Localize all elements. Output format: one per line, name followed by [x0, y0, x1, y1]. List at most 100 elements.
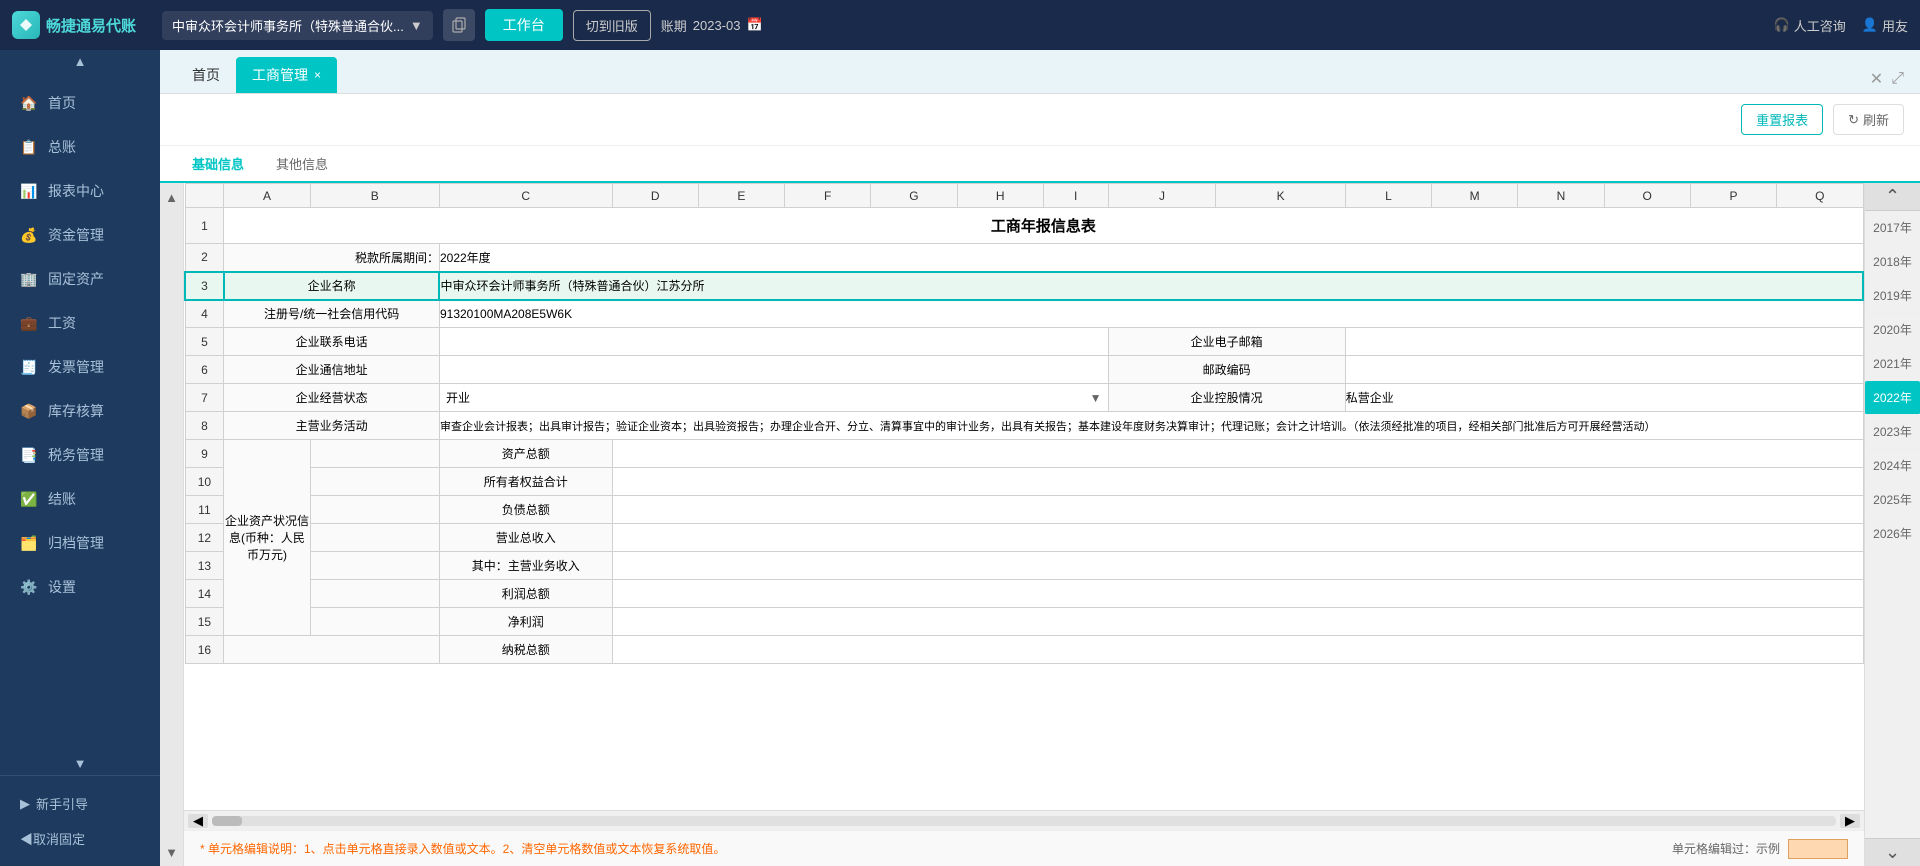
row7-label: 企业经营状态 [224, 384, 440, 412]
row14-value[interactable] [612, 580, 1863, 608]
row5-email-label: 企业电子邮箱 [1108, 328, 1345, 356]
year-item[interactable]: 2023年 [1865, 415, 1920, 449]
sidebar-item-invoice[interactable]: 🧾 发票管理 [0, 345, 160, 389]
row16-value[interactable] [612, 636, 1863, 664]
year-item[interactable]: 2025年 [1865, 483, 1920, 517]
row4-value[interactable]: 91320100MA208E5W6K [439, 300, 1863, 328]
sidebar-item-ledger[interactable]: 📋 总账 [0, 125, 160, 169]
title-cell[interactable]: 工商年报信息表 [224, 208, 1863, 244]
sidebar-item-inventory[interactable]: 📦 库存核算 [0, 389, 160, 433]
finance-icon: 💰 [20, 227, 38, 244]
sidebar-item-archive[interactable]: 🗂️ 归档管理 [0, 521, 160, 565]
tab-business[interactable]: 工商管理 × [236, 57, 337, 93]
year-item[interactable]: 2017年 [1865, 211, 1920, 245]
year-nav-down-btn[interactable]: ▼ [165, 838, 178, 866]
year-item[interactable]: 2022年 [1865, 381, 1920, 415]
sidebar-label-settings: 设置 [48, 577, 76, 597]
table-row: 7 企业经营状态 开业 ▼ 企业控股情况 私营企业 [185, 384, 1863, 412]
col-header-c: C [439, 184, 612, 208]
tab-close-button[interactable]: × [314, 68, 321, 82]
row5-phone[interactable] [439, 328, 1108, 356]
cancel-fixed-button[interactable]: ◀取消固定 [0, 821, 160, 856]
sidebar-item-reports[interactable]: 📊 报表中心 [0, 169, 160, 213]
new-user-guide[interactable]: ▶ 新手引导 [0, 786, 160, 821]
reset-report-button[interactable]: 重置报表 [1741, 104, 1823, 135]
row6-zip[interactable] [1345, 356, 1863, 384]
tab-home-label: 首页 [192, 65, 220, 85]
col-header-o: O [1604, 184, 1690, 208]
row7-holding[interactable]: 私营企业 [1345, 384, 1863, 412]
year-item[interactable]: 2018年 [1865, 245, 1920, 279]
sidebar-item-home[interactable]: 🏠 首页 [0, 81, 160, 125]
sidebar-scroll-up[interactable]: ▲ [0, 50, 160, 73]
table-row: 1 工商年报信息表 [185, 208, 1863, 244]
scroll-thumb[interactable] [212, 816, 242, 826]
sidebar-item-finance[interactable]: 💰 资金管理 [0, 213, 160, 257]
spreadsheet-container[interactable]: A B C D E F G H I J K L [184, 183, 1864, 810]
help-button[interactable]: 🎧 人工咨询 [1774, 16, 1846, 35]
col-header-k: K [1216, 184, 1345, 208]
row10-spacer [310, 468, 439, 496]
app-logo: 畅捷通易代账 [12, 11, 152, 39]
copy-button[interactable] [443, 9, 475, 41]
scroll-left-btn[interactable]: ◀ [188, 814, 208, 828]
year-item[interactable]: 2020年 [1865, 313, 1920, 347]
sidebar-item-salary[interactable]: 💼 工资 [0, 301, 160, 345]
user-icon: 👤 [1862, 17, 1878, 33]
old-version-button[interactable]: 切到旧版 [573, 10, 651, 41]
main-layout: ▲ 🏠 首页 📋 总账 📊 报表中心 💰 资金管理 🏢 固定资产 [0, 50, 1920, 866]
row12-value[interactable] [612, 524, 1863, 552]
workspace-button[interactable]: 工作台 [485, 9, 563, 41]
invoice-icon: 🧾 [20, 359, 38, 376]
row13-value[interactable] [612, 552, 1863, 580]
year-nav-up-btn[interactable]: ▲ [165, 183, 178, 211]
row5-email[interactable] [1345, 328, 1863, 356]
sidebar-label-closing: 结账 [48, 489, 76, 509]
horizontal-scrollbar[interactable]: ◀ ▶ [184, 810, 1864, 830]
row10-value[interactable] [612, 468, 1863, 496]
row5-label: 企业联系电话 [224, 328, 440, 356]
row16-sub-label: 纳税总额 [439, 636, 612, 664]
scroll-track[interactable] [212, 816, 1836, 826]
row-num-8: 8 [185, 412, 224, 440]
reports-icon: 📊 [20, 183, 38, 200]
scroll-right-btn[interactable]: ▶ [1840, 814, 1860, 828]
company-selector[interactable]: 中审众环会计师事务所（特殊普通合伙... ▼ [162, 11, 433, 40]
row3-value[interactable]: 中审众环会计师事务所（特殊普通合伙）江苏分所 [439, 272, 1863, 300]
row-num-3: 3 [185, 272, 224, 300]
row14-spacer [310, 580, 439, 608]
refresh-button[interactable]: ↻ 刷新 [1833, 104, 1904, 135]
sidebar-item-closing[interactable]: ✅ 结账 [0, 477, 160, 521]
sidebar-bottom: ▶ 新手引导 ◀取消固定 [0, 775, 160, 866]
row7-status[interactable]: 开业 ▼ [439, 384, 1108, 412]
row6-address[interactable] [439, 356, 1108, 384]
maximize-window-button[interactable]: ⤢ [1891, 70, 1904, 88]
cancel-fixed-label: ◀取消固定 [20, 829, 85, 848]
col-header-h: H [957, 184, 1043, 208]
year-item[interactable]: 2026年 [1865, 517, 1920, 551]
tab-home[interactable]: 首页 [176, 57, 236, 93]
row9-value[interactable] [612, 440, 1863, 468]
year-up-btn[interactable]: ⌃ [1865, 183, 1920, 211]
year-item[interactable]: 2021年 [1865, 347, 1920, 381]
inventory-icon: 📦 [20, 403, 38, 420]
table-row: 15 净利润 [185, 608, 1863, 636]
row2-value[interactable]: 2022年度 [439, 244, 1863, 272]
refresh-label: 刷新 [1863, 110, 1889, 129]
year-down-btn[interactable]: ⌄ [1865, 838, 1920, 866]
row8-value[interactable]: 审查企业会计报表；出具审计报告；验证企业资本；出具验资报告；办理企业合开、分立、… [439, 412, 1863, 440]
sidebar-item-tax[interactable]: 📑 税务管理 [0, 433, 160, 477]
close-window-button[interactable]: ✕ [1870, 69, 1883, 89]
sidebar-item-assets[interactable]: 🏢 固定资产 [0, 257, 160, 301]
row11-value[interactable] [612, 496, 1863, 524]
year-item[interactable]: 2019年 [1865, 279, 1920, 313]
year-item[interactable]: 2024年 [1865, 449, 1920, 483]
sub-tab-other[interactable]: 其他信息 [260, 146, 344, 183]
calendar-icon[interactable]: 📅 [746, 17, 762, 33]
row15-value[interactable] [612, 608, 1863, 636]
sub-tab-basic[interactable]: 基础信息 [176, 146, 260, 183]
user-menu[interactable]: 👤 用友 [1862, 16, 1908, 35]
sidebar-item-settings[interactable]: ⚙️ 设置 [0, 565, 160, 609]
sidebar-scroll-down[interactable]: ▼ [0, 752, 160, 775]
table-row: 6 企业通信地址 邮政编码 [185, 356, 1863, 384]
